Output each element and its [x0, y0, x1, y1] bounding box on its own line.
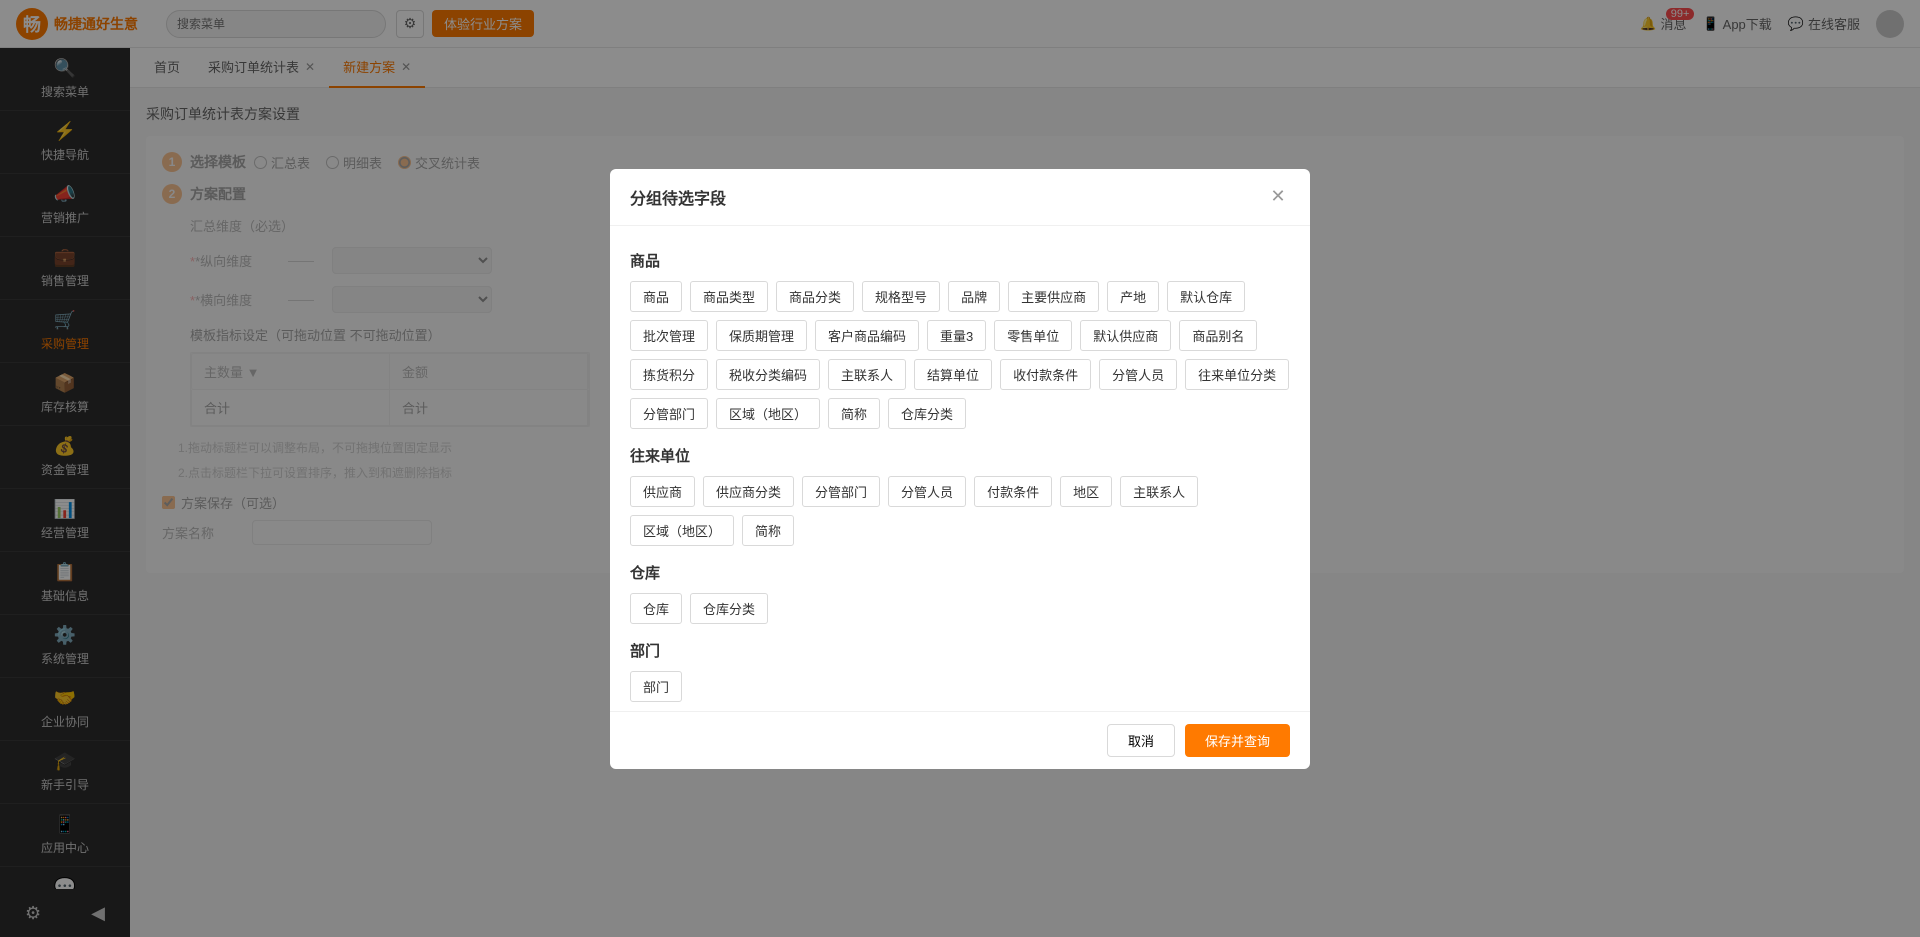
field-tag[interactable]: 结算单位: [914, 359, 992, 390]
field-tag[interactable]: 商品类型: [690, 281, 768, 312]
field-tag[interactable]: 简称: [828, 398, 880, 429]
field-tag[interactable]: 供应商: [630, 476, 695, 507]
field-tag[interactable]: 税收分类编码: [716, 359, 820, 390]
field-select-dialog: 分组待选字段 ✕ 商品 商品 商品类型 商品分类 规格型号 品牌 主要供应商 产…: [610, 169, 1310, 769]
field-tag[interactable]: 地区: [1060, 476, 1112, 507]
dialog-header: 分组待选字段 ✕: [610, 169, 1310, 226]
field-tag[interactable]: 分管部门: [802, 476, 880, 507]
field-tag[interactable]: 商品分类: [776, 281, 854, 312]
field-tag[interactable]: 分管人员: [888, 476, 966, 507]
field-tag[interactable]: 仓库分类: [888, 398, 966, 429]
field-tag[interactable]: 重量3: [927, 320, 986, 351]
section-fields-warehouse: 仓库 仓库分类: [630, 593, 1290, 624]
field-tag[interactable]: 供应商分类: [703, 476, 794, 507]
field-tag[interactable]: 仓库分类: [690, 593, 768, 624]
field-tag[interactable]: 区域（地区）: [630, 515, 734, 546]
field-tag[interactable]: 部门: [630, 671, 682, 702]
field-tag[interactable]: 商品: [630, 281, 682, 312]
section-fields-partner: 供应商 供应商分类 分管部门 分管人员 付款条件 地区 主联系人 区域（地区） …: [630, 476, 1290, 546]
field-tag[interactable]: 默认供应商: [1080, 320, 1171, 351]
field-tag[interactable]: 保质期管理: [716, 320, 807, 351]
field-tag[interactable]: 主要供应商: [1008, 281, 1099, 312]
field-tag[interactable]: 零售单位: [994, 320, 1072, 351]
field-tag[interactable]: 批次管理: [630, 320, 708, 351]
field-tag[interactable]: 主联系人: [828, 359, 906, 390]
field-tag[interactable]: 默认仓库: [1167, 281, 1245, 312]
field-tag[interactable]: 仓库: [630, 593, 682, 624]
field-tag[interactable]: 付款条件: [974, 476, 1052, 507]
dialog-body[interactable]: 商品 商品 商品类型 商品分类 规格型号 品牌 主要供应商 产地 默认仓库 批次…: [610, 226, 1310, 711]
section-fields-product: 商品 商品类型 商品分类 规格型号 品牌 主要供应商 产地 默认仓库 批次管理 …: [630, 281, 1290, 429]
section-title-product: 商品: [630, 250, 1290, 271]
section-title-dept: 部门: [630, 640, 1290, 661]
dialog-overlay: 分组待选字段 ✕ 商品 商品 商品类型 商品分类 规格型号 品牌 主要供应商 产…: [0, 0, 1920, 937]
dialog-footer: 取消 保存并查询: [610, 711, 1310, 769]
field-tag[interactable]: 分管人员: [1099, 359, 1177, 390]
field-tag[interactable]: 简称: [742, 515, 794, 546]
field-tag[interactable]: 往来单位分类: [1185, 359, 1289, 390]
section-fields-dept: 部门: [630, 671, 1290, 702]
dialog-close-button[interactable]: ✕: [1266, 185, 1290, 209]
field-tag[interactable]: 规格型号: [862, 281, 940, 312]
field-tag[interactable]: 客户商品编码: [815, 320, 919, 351]
field-tag[interactable]: 商品别名: [1179, 320, 1257, 351]
section-title-warehouse: 仓库: [630, 562, 1290, 583]
field-tag[interactable]: 收付款条件: [1000, 359, 1091, 390]
field-tag[interactable]: 产地: [1107, 281, 1159, 312]
field-tag[interactable]: 区域（地区）: [716, 398, 820, 429]
field-tag[interactable]: 主联系人: [1120, 476, 1198, 507]
dialog-title: 分组待选字段: [630, 185, 726, 209]
field-tag[interactable]: 拣货积分: [630, 359, 708, 390]
dialog-cancel-button[interactable]: 取消: [1107, 724, 1175, 757]
dialog-ok-button[interactable]: 保存并查询: [1185, 724, 1290, 757]
section-title-partner: 往来单位: [630, 445, 1290, 466]
field-tag[interactable]: 品牌: [948, 281, 1000, 312]
field-tag[interactable]: 分管部门: [630, 398, 708, 429]
